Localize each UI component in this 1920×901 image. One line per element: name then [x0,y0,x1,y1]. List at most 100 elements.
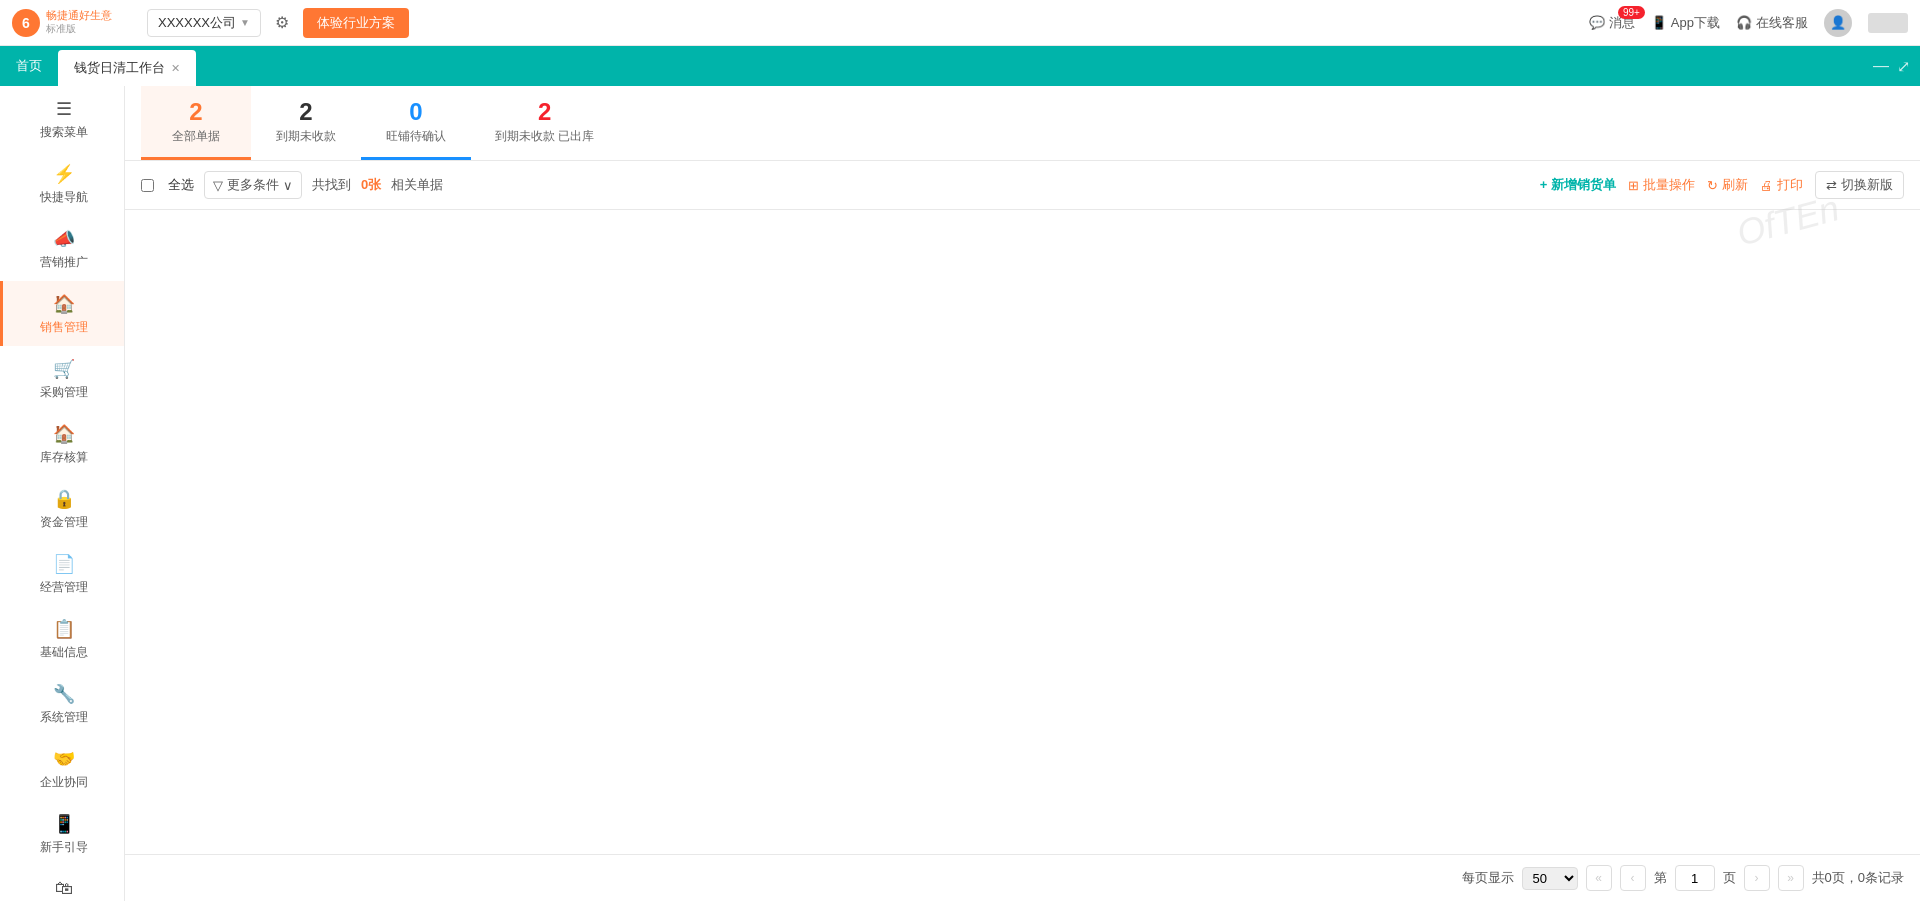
filter-btn[interactable]: ▽ 更多条件 ∨ [204,171,302,199]
tab-home[interactable]: 首页 [0,46,58,86]
sidebar-item-label: 新手引导 [40,839,88,856]
company-selector[interactable]: XXXXXX公司 ▼ [147,9,261,37]
last-page-btn[interactable]: » [1778,865,1804,891]
basic-info-icon: 📋 [53,618,75,640]
logo-badge: 标准版 [46,22,112,36]
switch-icon: ⇄ [1826,178,1837,193]
main-content: 2 全部单据 2 到期未收款 0 旺铺待确认 2 到期未收款 已出库 全选 ▽ … [125,86,1920,901]
finance-icon: 🔒 [53,488,75,510]
top-right: 💬 消息 99+ 📱 App下载 🎧 在线客服 👤 [1589,9,1908,37]
stat-tab-pending[interactable]: 0 旺铺待确认 [361,86,471,160]
sidebar-item-basic-info[interactable]: 📋 基础信息 [0,606,124,671]
app-download-item[interactable]: 📱 App下载 [1651,14,1720,32]
company-dropdown-icon: ▼ [240,17,250,28]
sidebar-item-system[interactable]: 🔧 系统管理 [0,671,124,736]
stat-label-overdue-shipped: 到期未收款 已出库 [495,128,594,145]
switch-version-btn[interactable]: ⇄ 切换新版 [1815,171,1904,199]
search-menu-icon: ☰ [56,98,72,120]
online-service-label: 在线客服 [1756,14,1808,32]
sidebar-item-label: 库存核算 [40,449,88,466]
toolbar-right: + 新增销货单 ⊞ 批量操作 ↻ 刷新 🖨 打印 ⇄ 切换新版 [1540,171,1904,199]
batch-label: 批量操作 [1643,176,1695,194]
tab-minimize-btn[interactable]: — [1873,57,1889,75]
logo-area: 6 畅捷通好生意 标准版 [12,9,137,37]
message-item[interactable]: 💬 消息 99+ [1589,14,1635,32]
refresh-label: 刷新 [1722,176,1748,194]
online-service-item[interactable]: 🎧 在线客服 [1736,14,1808,32]
stat-num-pending: 0 [409,98,422,126]
stat-tab-overdue[interactable]: 2 到期未收款 [251,86,361,160]
avatar[interactable]: 👤 [1824,9,1852,37]
stat-label-pending: 旺铺待确认 [386,128,446,145]
sales-icon: 🏠 [53,293,75,315]
page-size-label: 每页显示 [1462,869,1514,887]
prev-page-btn[interactable]: ‹ [1620,865,1646,891]
found-prefix: 共找到 [312,176,351,194]
print-label: 打印 [1777,176,1803,194]
inventory-icon: 🏠 [53,423,75,445]
stat-num-all: 2 [189,98,202,126]
print-btn[interactable]: 🖨 打印 [1760,176,1803,194]
tab-workspace[interactable]: 钱货日清工作台 ✕ [58,50,196,86]
print-icon: 🖨 [1760,178,1773,193]
sidebar-item-sales[interactable]: 🏠 销售管理 [0,281,124,346]
sidebar-item-app-center[interactable]: 🛍 应用中心 [0,866,124,901]
app-center-icon: 🛍 [55,878,73,899]
page-input[interactable] [1675,865,1715,891]
tab-bar: 首页 钱货日清工作台 ✕ — ⤢ [0,46,1920,86]
app-download-icon: 📱 [1651,15,1667,30]
watermark: OfTEn [1732,210,1843,255]
first-page-btn[interactable]: « [1586,865,1612,891]
sidebar-item-operations[interactable]: 📄 经营管理 [0,541,124,606]
sidebar-item-label: 系统管理 [40,709,88,726]
page-label: 第 [1654,869,1667,887]
switch-label: 切换新版 [1841,176,1893,194]
marketing-icon: 📣 [53,228,75,250]
app-download-label: App下载 [1671,14,1720,32]
sidebar-item-label: 快捷导航 [40,189,88,206]
filter-icon: ▽ [213,178,223,193]
purchase-icon: 🛒 [53,358,75,380]
filter-arrow-icon: ∨ [283,178,293,193]
stat-tab-all[interactable]: 2 全部单据 [141,86,251,160]
sidebar-item-purchase[interactable]: 🛒 采购管理 [0,346,124,411]
page-label-end: 页 [1723,869,1736,887]
sidebar-item-cooperation[interactable]: 🤝 企业协同 [0,736,124,801]
select-all-checkbox[interactable] [141,179,154,192]
company-name: XXXXXX公司 [158,14,236,32]
stat-tab-overdue-shipped[interactable]: 2 到期未收款 已出库 [471,86,618,160]
settings-icon[interactable]: ⚙ [275,13,289,32]
top-bar: 6 畅捷通好生意 标准版 XXXXXX公司 ▼ ⚙ 体验行业方案 💬 消息 99… [0,0,1920,46]
avatar-icon: 👤 [1830,15,1846,30]
username [1868,13,1908,33]
sidebar-item-label: 经营管理 [40,579,88,596]
sidebar-item-marketing[interactable]: 📣 营销推广 [0,216,124,281]
select-all-label: 全选 [168,176,194,194]
message-icon: 💬 [1589,15,1605,30]
sidebar-item-inventory[interactable]: 🏠 库存核算 [0,411,124,476]
sidebar-item-search-menu[interactable]: ☰ 搜索菜单 [0,86,124,151]
batch-icon: ⊞ [1628,178,1639,193]
refresh-btn[interactable]: ↻ 刷新 [1707,176,1748,194]
logo-icon: 6 [12,9,40,37]
sidebar-item-label: 销售管理 [40,319,88,336]
add-sales-btn[interactable]: + 新增销货单 [1540,176,1616,194]
sidebar-item-label: 采购管理 [40,384,88,401]
batch-ops-btn[interactable]: ⊞ 批量操作 [1628,176,1695,194]
sidebar-item-label: 企业协同 [40,774,88,791]
page-size-select[interactable]: 50 10 20 100 [1522,867,1578,890]
sidebar-item-quick-nav[interactable]: ⚡ 快捷导航 [0,151,124,216]
stat-num-overdue-shipped: 2 [538,98,551,126]
filter-label: 更多条件 [227,176,279,194]
quick-nav-icon: ⚡ [53,163,75,185]
message-badge: 99+ [1618,6,1645,19]
sidebar-item-finance[interactable]: 🔒 资金管理 [0,476,124,541]
tab-close-icon[interactable]: ✕ [171,62,180,75]
cooperation-icon: 🤝 [53,748,75,770]
tab-maximize-btn[interactable]: ⤢ [1897,57,1910,76]
sidebar-item-guide[interactable]: 📱 新手引导 [0,801,124,866]
experience-btn[interactable]: 体验行业方案 [303,8,409,38]
next-page-btn[interactable]: › [1744,865,1770,891]
logo-name: 畅捷通好生意 [46,9,112,22]
pagination: 每页显示 50 10 20 100 « ‹ 第 页 › » 共0页，0条记录 [125,854,1920,901]
